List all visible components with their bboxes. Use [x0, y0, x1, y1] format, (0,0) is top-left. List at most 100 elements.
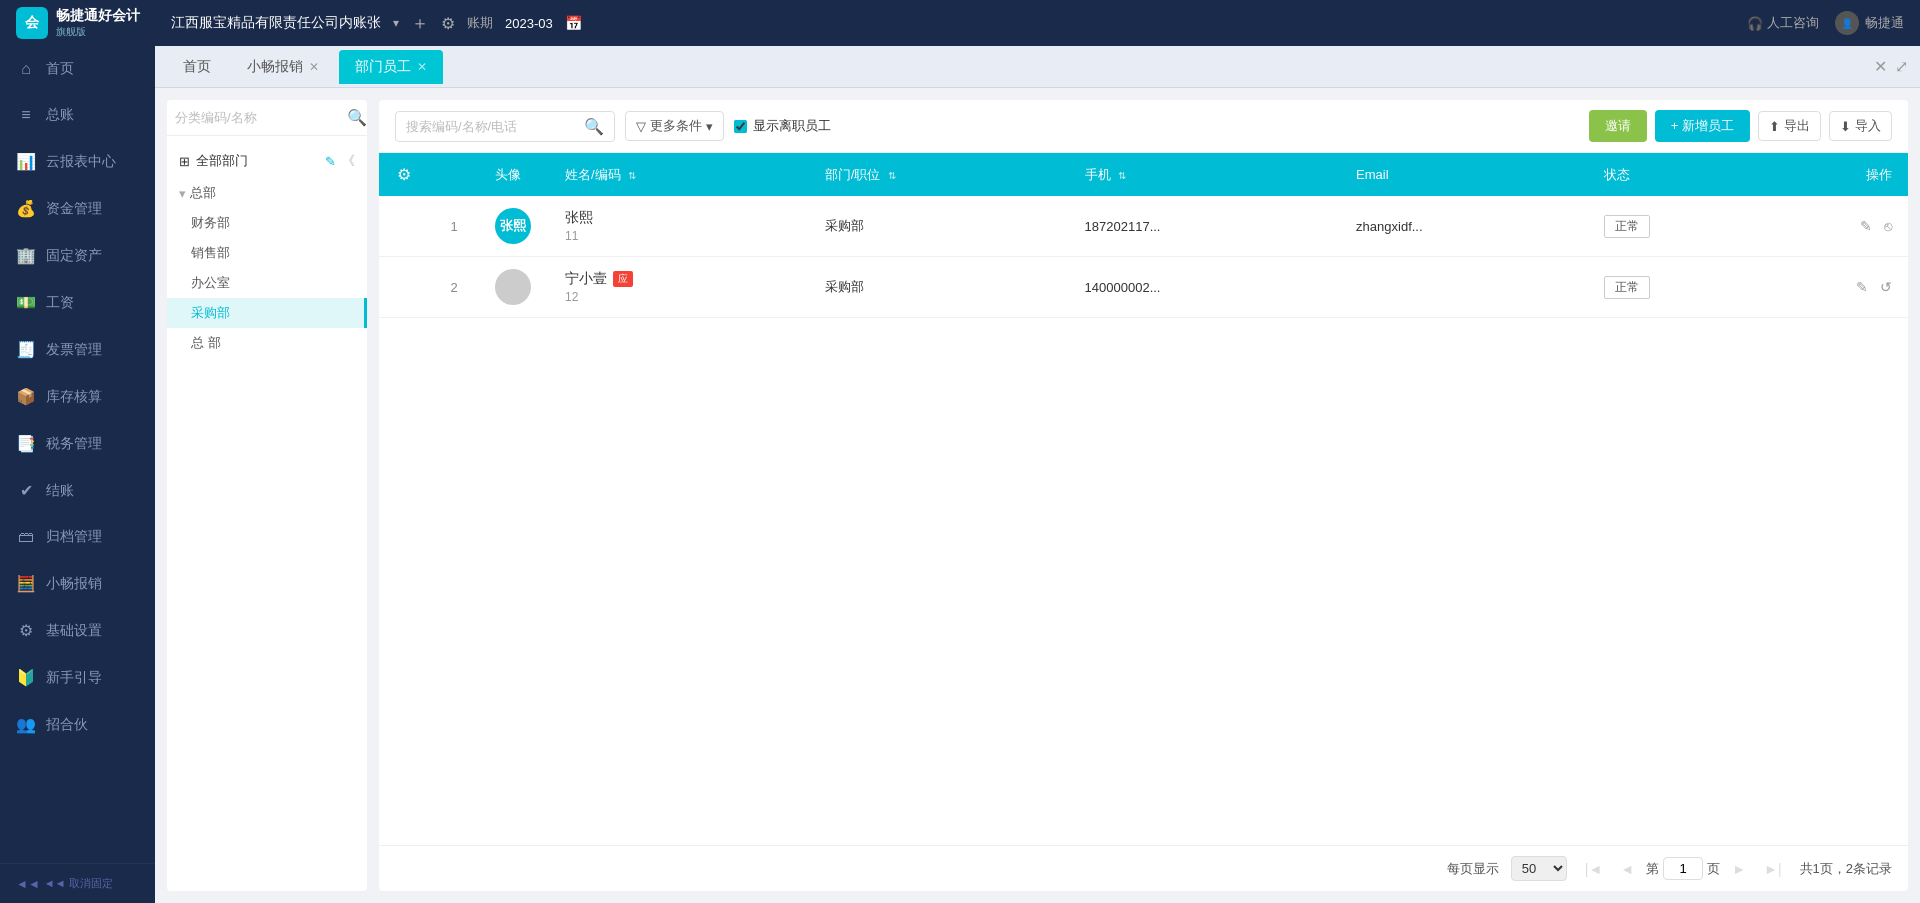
page-size-select[interactable]: 50 20 100 [1511, 856, 1567, 881]
dept-edit-icon[interactable]: ✎ [325, 154, 336, 169]
employee-code: 11 [565, 229, 793, 243]
logo-text: 畅捷通好会计 旗舰版 [56, 7, 140, 39]
table-header-name[interactable]: 姓名/编码 ⇅ [549, 153, 809, 196]
row-name-cell: 宁小壹 应 12 [549, 257, 809, 318]
dept-item-hq[interactable]: ▾ 总部 [167, 178, 367, 208]
sidebar-item-payroll[interactable]: 💵 工资 [0, 279, 155, 326]
sidebar-item-settings[interactable]: ⚙ 基础设置 [0, 607, 155, 654]
tab-expense[interactable]: 小畅报销 ✕ [231, 50, 335, 84]
edit-icon[interactable]: ✎ [1860, 218, 1872, 234]
sidebar-item-partner[interactable]: 👥 招合伙 [0, 701, 155, 748]
expand-window-icon[interactable]: ⤢ [1895, 57, 1908, 76]
dept-arrow-icon: ▾ [179, 186, 186, 201]
sidebar-item-label: 固定资产 [46, 247, 102, 265]
dept-search-area: 🔍 [167, 100, 367, 136]
tab-employees[interactable]: 部门员工 ✕ [339, 50, 443, 84]
dept-item-sales[interactable]: 销售部 [167, 238, 367, 268]
filter-icon: ▽ [636, 119, 646, 134]
invite-button[interactable]: 邀请 [1589, 110, 1647, 142]
dept-all-row[interactable]: ⊞ 全部部门 ✎ 《 [167, 144, 367, 178]
table-gear-button[interactable]: ⚙ [397, 165, 411, 184]
tab-home[interactable]: 首页 [167, 50, 227, 84]
table-header-phone[interactable]: 手机 ⇅ [1069, 153, 1341, 196]
refresh-icon[interactable]: ↺ [1880, 279, 1892, 295]
add-employee-button[interactable]: + 新增员工 [1655, 110, 1750, 142]
employee-search-box: 🔍 [395, 111, 615, 142]
first-page-button[interactable]: |◄ [1579, 859, 1609, 879]
logout-icon[interactable]: ⎋ [1884, 218, 1892, 234]
sidebar-item-funds[interactable]: 💰 资金管理 [0, 185, 155, 232]
toolbar-right: 邀请 + 新增员工 ⬆ 导出 ⬇ 导入 [1589, 110, 1892, 142]
table-header-dept[interactable]: 部门/职位 ⇅ [809, 153, 1069, 196]
sidebar-item-home[interactable]: ⌂ 首页 [0, 46, 155, 92]
add-company-icon[interactable]: ＋ [411, 11, 429, 35]
sidebar-item-invoices[interactable]: 🧾 发票管理 [0, 326, 155, 373]
sidebar-item-tax[interactable]: 📑 税务管理 [0, 420, 155, 467]
close-window-icon[interactable]: ✕ [1874, 57, 1887, 76]
assets-icon: 🏢 [16, 246, 36, 265]
employee-panel: 🔍 ▽ 更多条件 ▾ 显示离职员工 邀请 + 新增员工 [379, 100, 1908, 891]
import-button[interactable]: ⬇ 导入 [1829, 111, 1892, 141]
tab-employees-label: 部门员工 [355, 58, 411, 76]
service-button[interactable]: 🎧 人工咨询 [1747, 14, 1819, 32]
dept-item-office[interactable]: 办公室 [167, 268, 367, 298]
page-nav: |◄ ◄ 第 页 ► ►| [1579, 857, 1788, 880]
tab-employees-close[interactable]: ✕ [417, 60, 427, 74]
sidebar-item-reports[interactable]: 📊 云报表中心 [0, 138, 155, 185]
sidebar: ⌂ 首页 ≡ 总账 📊 云报表中心 💰 资金管理 🏢 固定资产 💵 工资 🧾 发… [0, 46, 155, 903]
user-area[interactable]: 👤 畅捷通 [1835, 11, 1904, 35]
sidebar-item-expense[interactable]: 🧮 小畅报销 [0, 560, 155, 607]
inventory-icon: 📦 [16, 387, 36, 406]
next-page-button[interactable]: ► [1726, 859, 1752, 879]
headset-icon: 🎧 [1747, 16, 1763, 31]
sidebar-item-archive[interactable]: 🗃 归档管理 [0, 514, 155, 560]
sidebar-item-inventory[interactable]: 📦 库存核算 [0, 373, 155, 420]
logo-icon: 会 [16, 7, 48, 39]
sidebar-item-guide[interactable]: 🔰 新手引导 [0, 654, 155, 701]
row-avatar-cell [479, 257, 549, 318]
tab-home-label: 首页 [183, 58, 211, 76]
row-num-cell: 1 [429, 196, 479, 257]
table-header-status: 状态 [1588, 153, 1788, 196]
show-resigned-checkbox[interactable] [734, 120, 747, 133]
dept-search-icon[interactable]: 🔍 [347, 108, 367, 127]
export-button[interactable]: ⬆ 导出 [1758, 111, 1821, 141]
import-icon: ⬇ [1840, 119, 1851, 134]
page-size-label: 每页显示 [1447, 860, 1499, 878]
page-content: 🔍 ⊞ 全部部门 ✎ 《 ▾ 总部 财务部 销售部 办公室 [155, 88, 1920, 903]
search-icon[interactable]: 🔍 [584, 117, 604, 136]
show-resigned-row: 显示离职员工 [734, 117, 831, 135]
import-label: 导入 [1855, 117, 1881, 135]
home-icon: ⌂ [16, 60, 36, 78]
tax-icon: 📑 [16, 434, 36, 453]
row-select-cell [379, 257, 429, 318]
last-page-button[interactable]: ►| [1758, 859, 1788, 879]
user-name: 畅捷通 [1865, 14, 1904, 32]
dept-item-purchase[interactable]: 采购部 [167, 298, 367, 328]
calendar-icon[interactable]: 📅 [565, 15, 582, 31]
page-number-input[interactable] [1663, 857, 1703, 880]
prev-page-button[interactable]: ◄ [1614, 859, 1640, 879]
dept-search-input[interactable] [175, 110, 343, 125]
sidebar-item-settle[interactable]: ✔ 结账 [0, 467, 155, 514]
dept-grid-icon: ⊞ [179, 154, 190, 169]
sidebar-item-label: 工资 [46, 294, 74, 312]
edit-icon[interactable]: ✎ [1856, 279, 1868, 295]
employee-name: 宁小壹 [565, 270, 607, 288]
filter-button[interactable]: ▽ 更多条件 ▾ [625, 111, 724, 141]
company-settings-icon[interactable]: ⚙ [441, 14, 455, 33]
employee-table-container: ⚙ 头像 姓名/编码 ⇅ 部门/职位 ⇅ 手机 ⇅ Email 状态 操作 [379, 153, 1908, 845]
dept-item-hq2[interactable]: 总 部 [167, 328, 367, 358]
unpin-button[interactable]: ◄◄ ◄◄ 取消固定 [0, 863, 155, 903]
dept-tree: ⊞ 全部部门 ✎ 《 ▾ 总部 财务部 销售部 办公室 采购部 总 部 [167, 136, 367, 891]
sidebar-item-label: 首页 [46, 60, 74, 78]
employee-search-input[interactable] [406, 119, 578, 134]
app-title: 畅捷通好会计 [56, 7, 140, 25]
company-dropdown-icon[interactable]: ▾ [393, 16, 399, 30]
dept-collapse-icon[interactable]: 《 [342, 152, 355, 170]
table-row: 1 张熙 张熙 11 采购部 187202117... zhangxidf... [379, 196, 1908, 257]
sidebar-item-ledger[interactable]: ≡ 总账 [0, 92, 155, 138]
tab-expense-close[interactable]: ✕ [309, 60, 319, 74]
dept-item-finance[interactable]: 财务部 [167, 208, 367, 238]
sidebar-item-assets[interactable]: 🏢 固定资产 [0, 232, 155, 279]
